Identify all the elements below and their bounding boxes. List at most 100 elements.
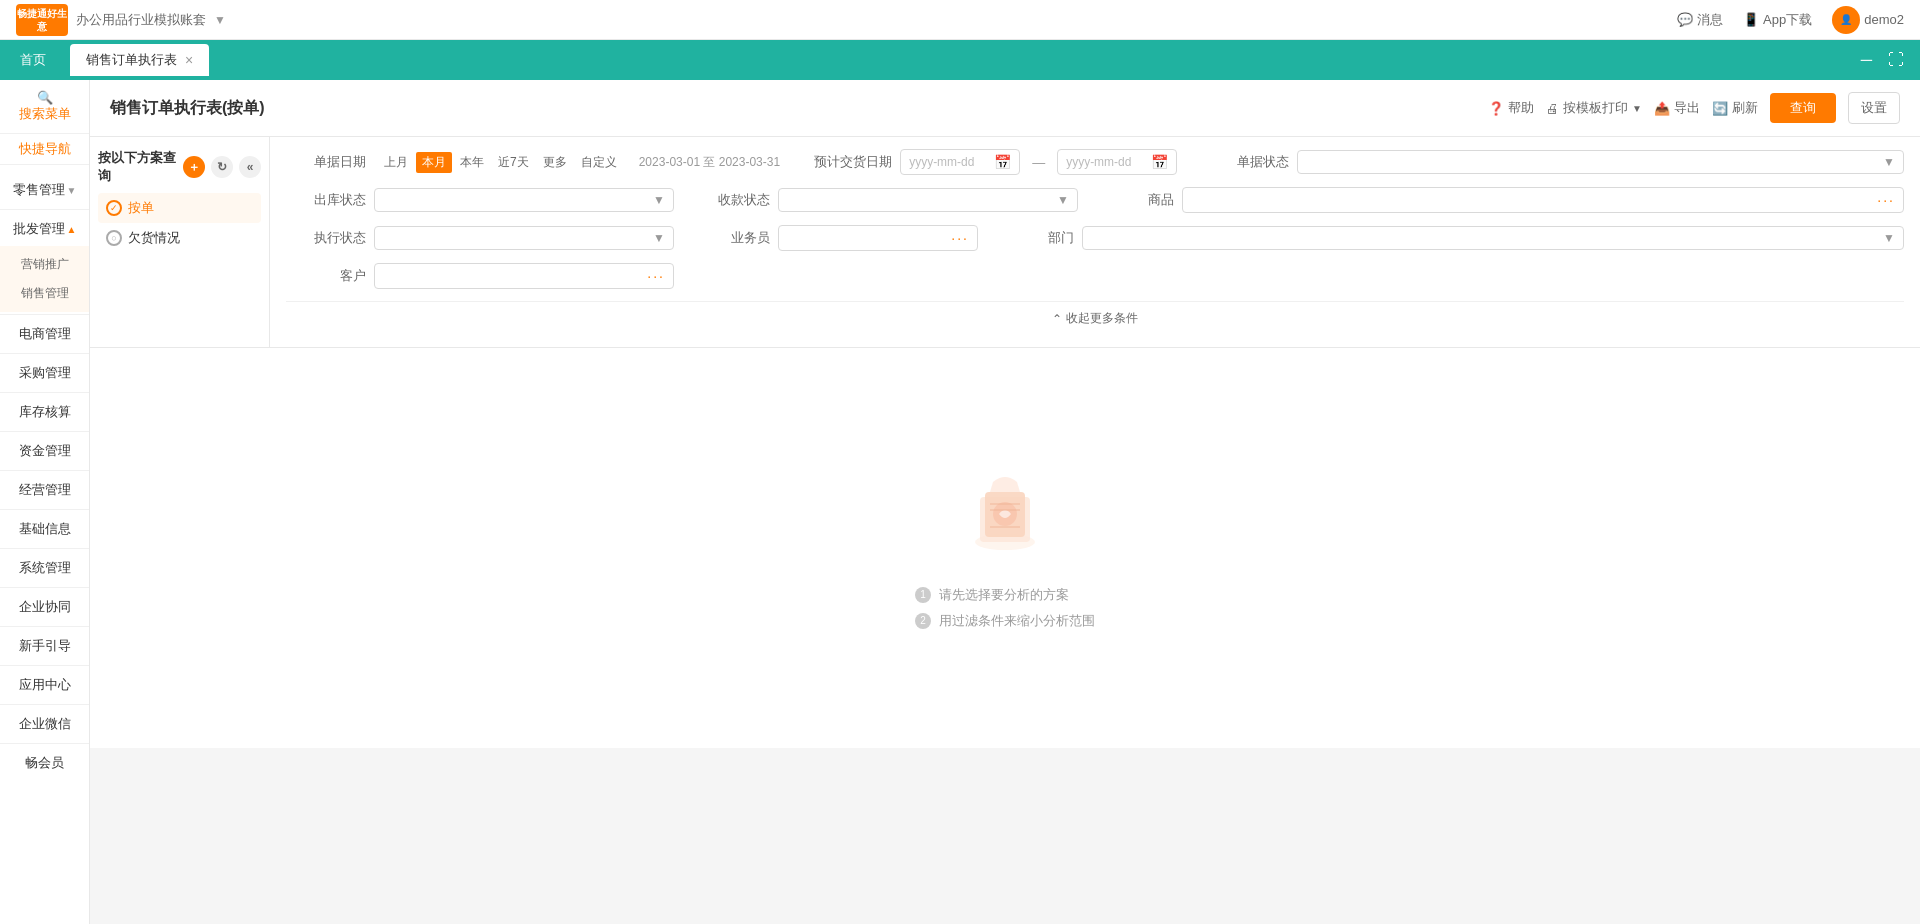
sidebar-item-basics[interactable]: 基础信息	[0, 512, 89, 546]
payment-status-field: 收款状态 ▼	[690, 188, 1078, 212]
department-label: 部门	[994, 229, 1074, 247]
sidebar-item-inventory[interactable]: 库存核算	[0, 395, 89, 429]
sidebar-search[interactable]: 🔍 搜索菜单	[0, 80, 89, 134]
customer-field: 客户 ···	[286, 263, 674, 289]
date-range-text: 2023-03-01 至 2023-03-31	[639, 154, 780, 171]
divider-13	[0, 743, 89, 744]
filter-panel: 按以下方案查询 ＋ ↻ « ✓ 按单 ○ 欠货情况	[90, 137, 1920, 348]
page-header: 销售订单执行表(按单) ❓ 帮助 🖨 按模板打印 ▼ 📤 导出 🔄 刷新	[90, 80, 1920, 137]
date-tab-this-year[interactable]: 本年	[454, 152, 490, 173]
collapse-scheme-btn[interactable]: «	[239, 156, 261, 178]
sidebar-item-sales[interactable]: 销售管理	[0, 279, 89, 308]
doc-status-arrow: ▼	[1883, 155, 1895, 169]
date-tab-custom[interactable]: 自定义	[575, 152, 623, 173]
department-select[interactable]: ▼	[1082, 226, 1904, 250]
topbar-left: 畅捷通好生意 办公用品行业模拟账套 ▼	[16, 4, 226, 36]
exec-status-arrow: ▼	[653, 231, 665, 245]
tip-row-2: 2 用过滤条件来缩小分析范围	[915, 608, 1095, 634]
user-menu[interactable]: 👤 demo2	[1832, 6, 1904, 34]
sidebar-item-vip[interactable]: 畅会员	[0, 746, 89, 780]
query-button[interactable]: 查询	[1770, 93, 1836, 123]
settings-button[interactable]: 设置	[1848, 92, 1900, 124]
filter-row-3: 执行状态 ▼ 业务员 ···	[286, 225, 1904, 251]
empty-tips: 1 请先选择要分析的方案 2 用过滤条件来缩小分析范围	[915, 582, 1095, 634]
tab-minimize-btn[interactable]: ─	[1857, 47, 1876, 73]
doc-status-label: 单据状态	[1209, 153, 1289, 171]
date-tab-more[interactable]: 更多	[537, 152, 573, 173]
message-btn[interactable]: 💬 消息	[1677, 11, 1723, 29]
sidebar-item-purchase[interactable]: 采购管理	[0, 356, 89, 390]
filter-right-panel: 单据日期 上月 本月 本年 近7天 更多 自定义 2023-03-0	[270, 137, 1920, 347]
filter-row-4: 客户 ···	[286, 263, 1904, 289]
sidebar-item-newbie[interactable]: 新手引导	[0, 629, 89, 663]
out-status-arrow: ▼	[653, 193, 665, 207]
product-select[interactable]: ···	[1182, 187, 1904, 213]
tabbar-actions: ─ ⛶	[1857, 47, 1920, 73]
sidebar-item-ecommerce[interactable]: 电商管理	[0, 317, 89, 351]
doc-status-select[interactable]: ▼	[1297, 150, 1904, 174]
topbar-arrow[interactable]: ▼	[214, 13, 226, 27]
scheme-item-shortage[interactable]: ○ 欠货情况	[98, 223, 261, 253]
refresh-scheme-btn[interactable]: ↻	[211, 156, 233, 178]
sidebar-item-system[interactable]: 系统管理	[0, 551, 89, 585]
expected-date-label: 预计交货日期	[812, 153, 892, 171]
sidebar-section: 零售管理 ▼ 批发管理 ▲ 营销推广 销售管理 电商管理	[0, 165, 89, 788]
scheme-icon-active: ✓	[106, 200, 122, 216]
out-status-select[interactable]: ▼	[374, 188, 674, 212]
date-tab-last-month[interactable]: 上月	[378, 152, 414, 173]
collapse-filter-btn[interactable]: ⌃ 收起更多条件	[286, 301, 1904, 335]
help-btn[interactable]: ❓ 帮助	[1488, 99, 1534, 117]
product-dots[interactable]: ···	[1877, 192, 1895, 208]
refresh-btn[interactable]: 🔄 刷新	[1712, 99, 1758, 117]
expected-date-to[interactable]: yyyy-mm-dd 📅	[1057, 149, 1177, 175]
search-icon: 🔍	[37, 90, 53, 105]
export-btn[interactable]: 📤 导出	[1654, 99, 1700, 117]
customer-select[interactable]: ···	[374, 263, 674, 289]
customer-label: 客户	[286, 267, 366, 285]
tab-close-btn[interactable]: ×	[185, 52, 193, 68]
exec-status-label: 执行状态	[286, 229, 366, 247]
payment-status-select[interactable]: ▼	[778, 188, 1078, 212]
date-separator: —	[1028, 155, 1049, 170]
logo: 畅捷通好生意	[16, 4, 68, 36]
doc-status-field: 单据状态 ▼	[1209, 150, 1904, 174]
sidebar-item-retail[interactable]: 零售管理 ▼	[0, 173, 89, 207]
payment-status-label: 收款状态	[690, 191, 770, 209]
add-scheme-btn[interactable]: ＋	[183, 156, 205, 178]
expected-date-from[interactable]: yyyy-mm-dd 📅	[900, 149, 1020, 175]
sidebar-item-finance[interactable]: 资金管理	[0, 434, 89, 468]
tab-active-label: 销售订单执行表	[86, 51, 177, 69]
salesperson-select[interactable]: ···	[778, 225, 978, 251]
sidebar-item-wechat[interactable]: 企业微信	[0, 707, 89, 741]
scheme-item-by-order[interactable]: ✓ 按单	[98, 193, 261, 223]
salesperson-dots[interactable]: ···	[951, 230, 969, 246]
tip-text-2: 用过滤条件来缩小分析范围	[939, 608, 1095, 634]
logo-text: 畅捷通好生意	[16, 7, 68, 33]
date-tabs: 上月 本月 本年 近7天 更多 自定义	[378, 152, 623, 173]
date-tab-this-month[interactable]: 本月	[416, 152, 452, 173]
print-btn[interactable]: 🖨 按模板打印 ▼	[1546, 99, 1642, 117]
filter-row-1: 单据日期 上月 本月 本年 近7天 更多 自定义 2023-03-0	[286, 149, 1904, 175]
divider-11	[0, 665, 89, 666]
sidebar-item-apps[interactable]: 应用中心	[0, 668, 89, 702]
tab-active[interactable]: 销售订单执行表 ×	[70, 44, 209, 76]
sidebar-nav-label: 快捷导航	[19, 141, 71, 156]
sidebar-item-marketing[interactable]: 营销推广	[0, 250, 89, 279]
app-download-btn[interactable]: 📱 App下载	[1743, 11, 1812, 29]
exec-status-field: 执行状态 ▼	[286, 226, 674, 250]
exec-status-select[interactable]: ▼	[374, 226, 674, 250]
sidebar-quick-nav[interactable]: 快捷导航	[0, 134, 89, 165]
customer-dots[interactable]: ···	[647, 268, 665, 284]
tip-row-1: 1 请先选择要分析的方案	[915, 582, 1095, 608]
print-icon: 🖨	[1546, 101, 1559, 116]
sidebar-item-wholesale[interactable]: 批发管理 ▲	[0, 212, 89, 246]
product-field: 商品 ···	[1094, 187, 1904, 213]
date-tab-7days[interactable]: 近7天	[492, 152, 535, 173]
tab-maximize-btn[interactable]: ⛶	[1884, 47, 1908, 73]
refresh-icon: 🔄	[1712, 101, 1728, 116]
sidebar-item-enterprise[interactable]: 企业协同	[0, 590, 89, 624]
sidebar-item-operations[interactable]: 经营管理	[0, 473, 89, 507]
export-icon: 📤	[1654, 101, 1670, 116]
tab-home[interactable]: 首页	[0, 40, 66, 80]
page-title: 销售订单执行表(按单)	[110, 98, 265, 131]
